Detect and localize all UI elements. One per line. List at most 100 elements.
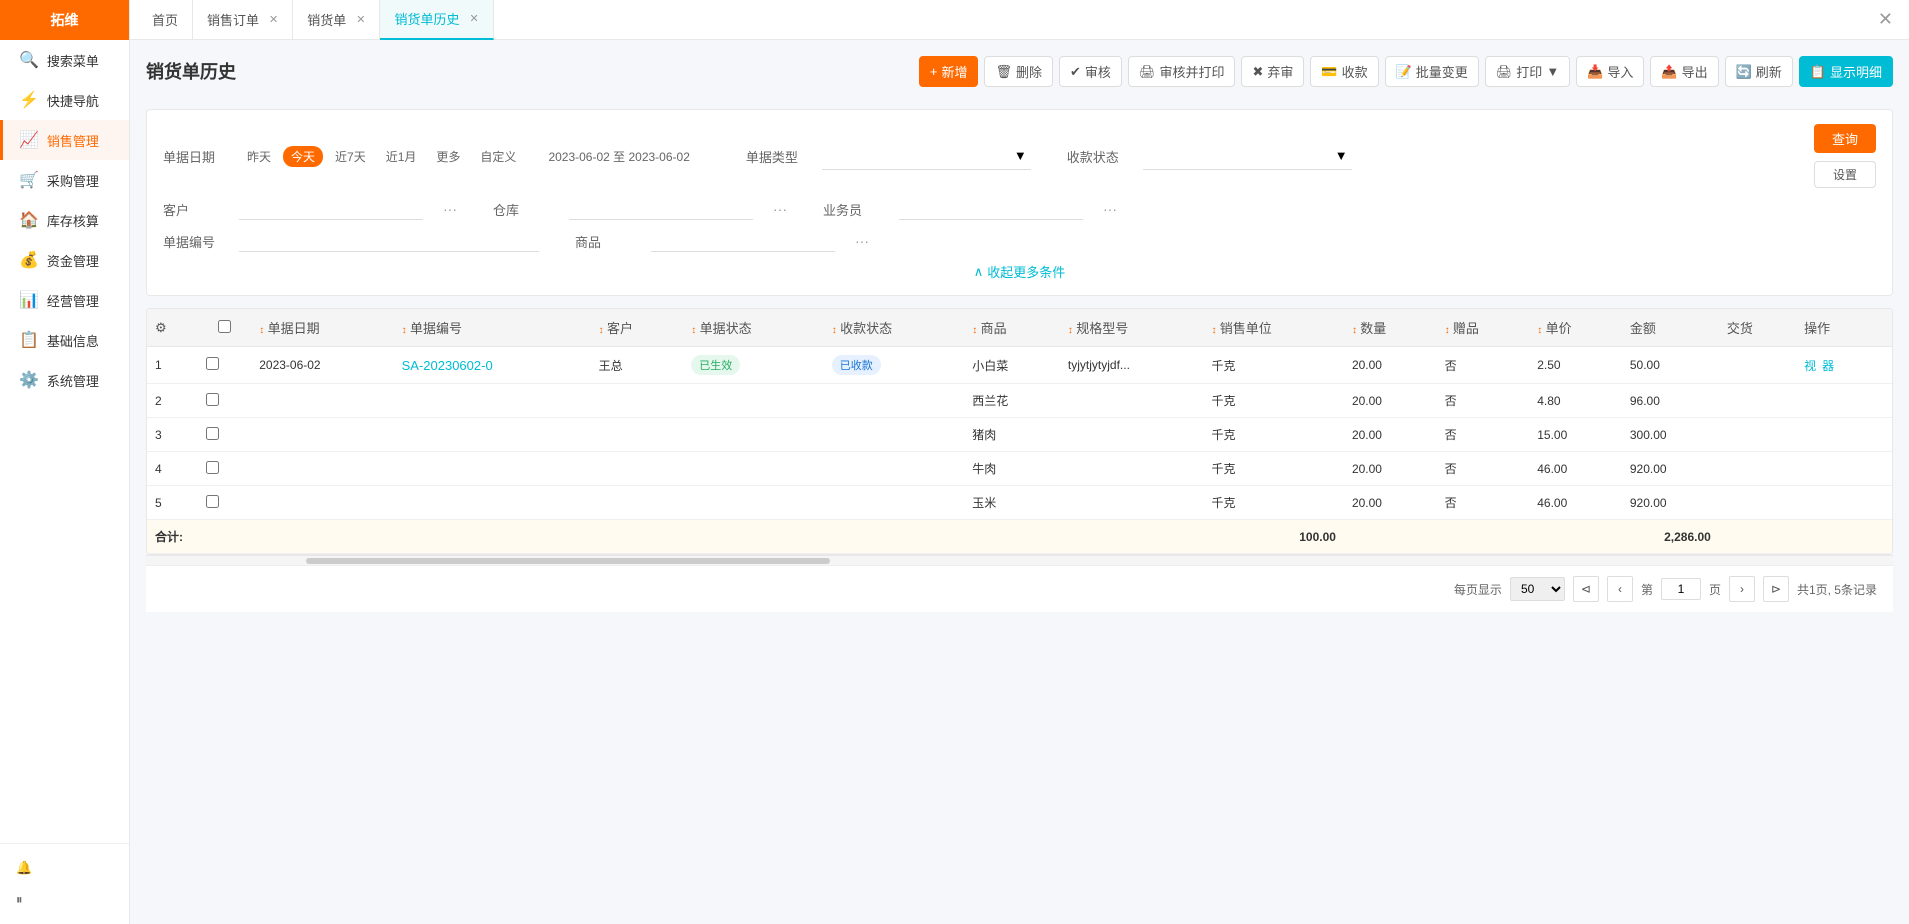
warehouse-input[interactable] — [569, 198, 753, 220]
sort-icon[interactable]: ↕ — [1352, 325, 1357, 336]
sidebar-item-search-menu[interactable]: 🔍 搜索菜单 — [0, 40, 129, 80]
cell-doc-no[interactable] — [394, 418, 591, 452]
import-button[interactable]: 📥 导入 — [1576, 56, 1644, 87]
scrollbar-thumb[interactable] — [306, 558, 830, 564]
sort-icon[interactable]: ↕ — [691, 325, 696, 336]
collect-button[interactable]: 💳 收款 — [1310, 56, 1378, 87]
cell-checkbox[interactable] — [198, 452, 251, 486]
collect-status-input[interactable] — [1147, 145, 1331, 166]
tab-sales-history-close[interactable]: ✕ — [470, 12, 479, 25]
tab-sales-delivery[interactable]: 销货单 ✕ — [293, 0, 380, 40]
product-dots[interactable]: ··· — [855, 233, 869, 249]
cell-product: 牛肉 — [964, 452, 1060, 486]
cell-action[interactable] — [1796, 418, 1892, 452]
row-checkbox[interactable] — [206, 427, 219, 440]
cell-action[interactable] — [1796, 452, 1892, 486]
date-tab-7days[interactable]: 近7天 — [327, 146, 374, 167]
first-page-button[interactable]: ⊲ — [1573, 576, 1599, 602]
sidebar-item-quick-nav[interactable]: ⚡ 快捷导航 — [0, 80, 129, 120]
date-tab-today[interactable]: 今天 — [283, 146, 323, 167]
sort-icon[interactable]: ↕ — [599, 325, 604, 336]
prev-page-button[interactable]: ‹ — [1607, 576, 1633, 602]
tab-sales-delivery-close[interactable]: ✕ — [356, 13, 365, 26]
sort-icon[interactable]: ↕ — [402, 325, 407, 336]
tab-sales-order-close[interactable]: ✕ — [269, 13, 278, 26]
per-page-select[interactable]: 50 100 200 — [1510, 577, 1565, 601]
col-settings[interactable]: ⚙ — [147, 309, 198, 347]
cell-checkbox[interactable] — [198, 384, 251, 418]
delete-button[interactable]: 🗑 删除 — [984, 56, 1053, 87]
sort-icon[interactable]: ↕ — [832, 325, 837, 336]
audit-print-button[interactable]: 🖨 审核并打印 — [1128, 56, 1236, 87]
doc-type-input[interactable] — [826, 145, 1010, 166]
agent-input[interactable] — [899, 198, 1083, 220]
select-all-checkbox[interactable] — [218, 320, 231, 333]
tab-sales-history[interactable]: 销货单历史 ✕ — [380, 0, 493, 40]
doc-no-link[interactable]: SA-20230602-0 — [402, 358, 493, 373]
warehouse-dots[interactable]: ··· — [773, 201, 787, 217]
query-button[interactable]: 查询 — [1814, 124, 1876, 153]
sort-icon[interactable]: ↕ — [1537, 325, 1542, 336]
close-all-tabs[interactable]: ✕ — [1870, 9, 1901, 30]
cell-doc-no[interactable] — [394, 384, 591, 418]
sidebar-item-finance-mgmt[interactable]: 💰 资金管理 — [0, 240, 129, 280]
cell-action[interactable] — [1796, 486, 1892, 520]
sidebar-item-inventory[interactable]: 🏠 库存核算 — [0, 200, 129, 240]
doc-type-select[interactable]: ▼ — [822, 142, 1031, 170]
view-action[interactable]: 视 — [1804, 359, 1816, 373]
sidebar-item-ops-mgmt[interactable]: 📊 经营管理 — [0, 280, 129, 320]
sort-icon[interactable]: ↕ — [259, 325, 264, 336]
doc-no-input[interactable] — [239, 230, 539, 252]
date-tab-custom[interactable]: 自定义 — [472, 146, 524, 167]
cell-checkbox[interactable] — [198, 418, 251, 452]
next-page-button[interactable]: › — [1729, 576, 1755, 602]
cell-doc-no[interactable] — [394, 486, 591, 520]
export-button[interactable]: 📤 导出 — [1650, 56, 1718, 87]
sort-icon[interactable]: ↕ — [972, 325, 977, 336]
date-tab-yesterday[interactable]: 昨天 — [239, 146, 279, 167]
sidebar-item-purchase-mgmt[interactable]: 🛒 采购管理 — [0, 160, 129, 200]
add-button[interactable]: + 新增 — [919, 56, 979, 87]
sidebar-footer-notify[interactable]: 🔔 — [0, 852, 129, 884]
audit-button[interactable]: ✔ 审核 — [1059, 56, 1122, 87]
edit-action[interactable]: 器 — [1822, 359, 1834, 373]
tab-home[interactable]: 首页 — [138, 0, 193, 40]
batch-change-button[interactable]: 📝 批量变更 — [1385, 56, 1479, 87]
row-checkbox[interactable] — [206, 357, 219, 370]
horizontal-scrollbar[interactable] — [146, 555, 1893, 565]
row-checkbox[interactable] — [206, 495, 219, 508]
collapse-button[interactable]: ∧ 收起更多条件 — [163, 262, 1876, 281]
sidebar-footer-pause[interactable]: ⏸ — [0, 884, 129, 916]
last-page-button[interactable]: ⊳ — [1763, 576, 1789, 602]
product-input[interactable] — [651, 230, 835, 252]
print-button[interactable]: 🖨 打印 ▼ — [1485, 56, 1570, 87]
show-detail-button[interactable]: 📋 显示明细 — [1799, 56, 1893, 87]
sort-icon[interactable]: ↕ — [1211, 325, 1216, 336]
sidebar-item-basic-info[interactable]: 📋 基础信息 — [0, 320, 129, 360]
sidebar-item-sys-mgmt[interactable]: ⚙️ 系统管理 — [0, 360, 129, 400]
cell-action[interactable]: 视器 — [1796, 347, 1892, 384]
agent-dots[interactable]: ··· — [1103, 201, 1117, 217]
refresh-button[interactable]: 🔄 刷新 — [1725, 56, 1793, 87]
customer-input[interactable] — [239, 198, 423, 220]
row-checkbox[interactable] — [206, 461, 219, 474]
date-tab-more[interactable]: 更多 — [428, 146, 468, 167]
col-checkbox[interactable] — [198, 309, 251, 347]
sort-icon[interactable]: ↕ — [1445, 325, 1450, 336]
row-checkbox[interactable] — [206, 393, 219, 406]
cell-checkbox[interactable] — [198, 347, 251, 384]
cell-doc-no[interactable]: SA-20230602-0 — [394, 347, 591, 384]
setting-button[interactable]: 设置 — [1814, 161, 1876, 188]
sidebar-item-sales-mgmt[interactable]: 📈 销售管理 — [0, 120, 129, 160]
cell-checkbox[interactable] — [198, 486, 251, 520]
abandon-button[interactable]: ✖ 弃审 — [1241, 56, 1304, 87]
cell-doc-no[interactable] — [394, 452, 591, 486]
collect-status-select[interactable]: ▼ — [1143, 142, 1352, 170]
date-tab-1month[interactable]: 近1月 — [378, 146, 425, 167]
cell-product: 西兰花 — [964, 384, 1060, 418]
customer-dots[interactable]: ··· — [443, 201, 457, 217]
page-number-input[interactable] — [1661, 578, 1701, 600]
sort-icon[interactable]: ↕ — [1068, 325, 1073, 336]
cell-action[interactable] — [1796, 384, 1892, 418]
tab-sales-order[interactable]: 销售订单 ✕ — [193, 0, 293, 40]
